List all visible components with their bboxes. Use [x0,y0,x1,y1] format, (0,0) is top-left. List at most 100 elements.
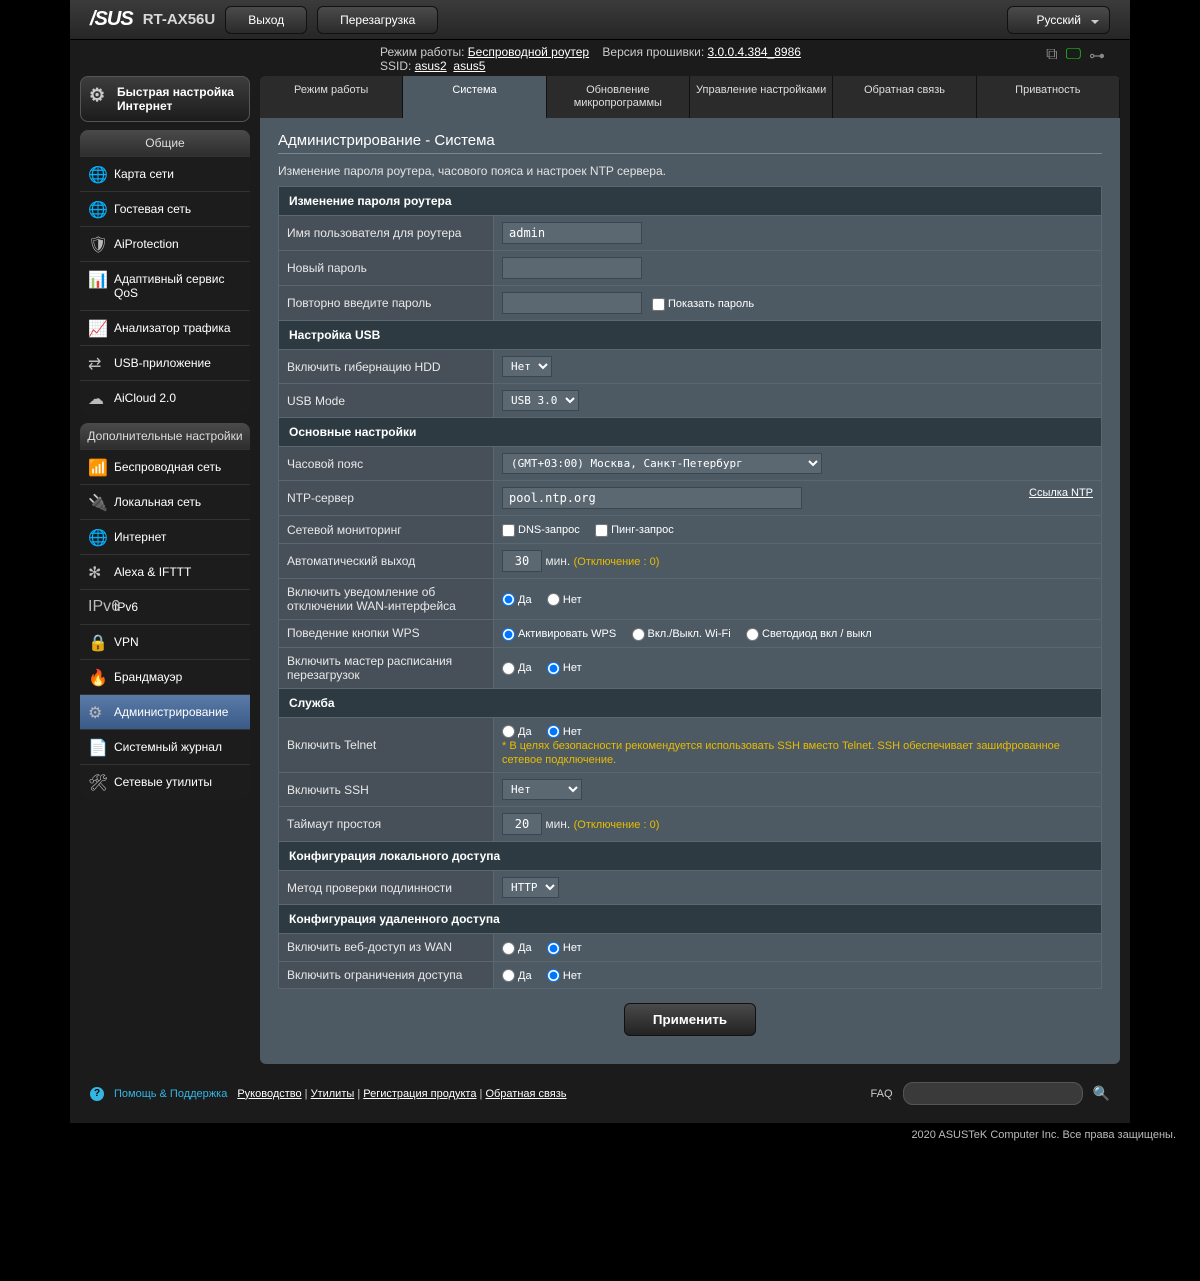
sidebar-item-vpn[interactable]: 🔒VPN [80,624,250,659]
quick-setup-label: Быстрая настройка Интернет [117,85,234,113]
telnet-no-radio[interactable] [547,725,560,738]
sidebar-item-интернет[interactable]: 🌐Интернет [80,519,250,554]
ssid-label: SSID: [380,59,411,73]
tab-3[interactable]: Управление настройками [690,76,833,118]
nav-icon: 📈 [88,319,108,339]
restrict-yes-radio[interactable] [502,969,515,982]
remote-yes-radio[interactable] [502,942,515,955]
confirmpass-input[interactable] [502,292,642,314]
ssid2-link[interactable]: asus5 [453,59,485,73]
sidebar-item-администрирование[interactable]: ⚙Администрирование [80,694,250,729]
no-label3: Нет [563,726,582,738]
nav-icon: ⚙ [88,703,102,723]
sidebar-item-гостевая-сеть[interactable]: 🌐Гостевая сеть [80,191,250,226]
remote-no-radio[interactable] [547,942,560,955]
autologout-hint: (Отключение : 0) [574,556,660,568]
yes-label2: Да [518,662,532,674]
nav-icon: 📊 [88,270,108,290]
sidebar-item-брандмауэр[interactable]: 🔥Брандмауэр [80,659,250,694]
sidebar-item-aiprotection[interactable]: 🛡AiProtection [80,226,250,261]
apply-button[interactable]: Применить [624,1003,756,1036]
tab-5[interactable]: Приватность [977,76,1120,118]
sidebar-item-анализатор-трафика[interactable]: 📈Анализатор трафика [80,310,250,345]
faq-search-input[interactable] [903,1082,1083,1105]
hdd-select[interactable]: Нет [502,356,552,377]
usb-status-icon[interactable]: ⊶ [1089,46,1105,66]
confirm-label: Повторно введите пароль [279,286,494,321]
wps-opt1-radio[interactable] [502,628,515,641]
gear-icon: ⚙ [89,85,105,106]
section-remote: Конфигурация удаленного доступа [279,905,1102,934]
sidebar-item-карта-сети[interactable]: 🌐Карта сети [80,156,250,191]
restrict-no-radio[interactable] [547,969,560,982]
nav-icon: 🔥 [88,668,108,688]
language-select[interactable]: Русский [1007,6,1110,34]
guide-link[interactable]: Руководство [237,1088,301,1100]
sidebar-item-usb-приложение[interactable]: ⇄USB-приложение [80,345,250,380]
min-label2: мин. [545,817,570,831]
wan-no-radio[interactable] [547,593,560,606]
telnet-yes-radio[interactable] [502,725,515,738]
nav-icon: 📶 [88,458,108,478]
logout-button[interactable]: Выход [225,6,307,34]
sidebar-item-системный-журнал[interactable]: 📄Системный журнал [80,729,250,764]
auth-select[interactable]: HTTP [502,877,559,898]
ssid1-link[interactable]: asus2 [415,59,447,73]
wps-opt3-radio[interactable] [746,628,759,641]
quick-setup-button[interactable]: ⚙ Быстрая настройка Интернет [80,76,250,122]
feedback-link[interactable]: Обратная связь [485,1088,566,1100]
section-basic: Основные настройки [279,418,1102,447]
wanalert-label: Включить уведомление об отключении WAN-и… [279,578,494,619]
sidebar-item-aicloud-2-0[interactable]: ☁AiCloud 2.0 [80,380,250,415]
opmode-link[interactable]: Беспроводной роутер [468,45,589,59]
wps-label: Поведение кнопки WPS [279,619,494,647]
nav-icon: 🔌 [88,493,108,513]
fw-link[interactable]: 3.0.0.4.384_8986 [708,45,801,59]
utils-link[interactable]: Утилиты [311,1088,355,1100]
yes-label4: Да [518,942,532,954]
wps-opt3-label: Светодиод вкл / выкл [762,628,872,640]
nav-icon: 🌐 [88,165,108,185]
reboot-button[interactable]: Перезагрузка [317,6,438,34]
sidebar-item-адаптивный-сервис-qos[interactable]: 📊Адаптивный сервис QoS [80,261,250,310]
tab-0[interactable]: Режим работы [260,76,403,118]
tab-4[interactable]: Обратная связь [833,76,976,118]
ntp-link[interactable]: Ссылка NTP [1029,487,1093,499]
idle-hint: (Отключение : 0) [574,819,660,831]
auth-label: Метод проверки подлинности [279,871,494,905]
help-icon[interactable]: ? [90,1087,104,1101]
nav-icon: 📄 [88,738,108,758]
ssh-label: Включить SSH [279,773,494,807]
showpass-checkbox[interactable] [652,298,665,311]
sidebar-item-сетевые-утилиты[interactable]: 🛠Сетевые утилиты [80,764,250,799]
tz-label: Часовой пояс [279,447,494,481]
tab-2[interactable]: Обновление микропрограммы [547,76,690,118]
nav-icon: IPv6 [88,598,120,616]
sched-yes-radio[interactable] [502,662,515,675]
internet-status-icon[interactable]: 🖵 [1066,46,1081,66]
tab-1[interactable]: Система [403,76,546,119]
search-icon[interactable]: 🔍 [1093,1085,1110,1102]
sidebar-item-ipv6[interactable]: IPv6IPv6 [80,589,250,624]
wan-yes-radio[interactable] [502,593,515,606]
ssh-select[interactable]: Нет [502,779,582,800]
advanced-header: Дополнительные настройки [80,423,250,449]
reg-link[interactable]: Регистрация продукта [363,1088,476,1100]
sidebar-item-беспроводная-сеть[interactable]: 📶Беспроводная сеть [80,449,250,484]
usbmode-select[interactable]: USB 3.0 [502,390,579,411]
ping-checkbox[interactable] [595,524,608,537]
sidebar-item-alexa-ifttt[interactable]: ✻Alexa & IFTTT [80,554,250,589]
ntp-input[interactable] [502,487,802,509]
wps-opt2-radio[interactable] [632,628,645,641]
autologout-input[interactable] [502,550,542,572]
sidebar-item-локальная-сеть[interactable]: 🔌Локальная сеть [80,484,250,519]
idle-input[interactable] [502,813,542,835]
sched-no-radio[interactable] [547,662,560,675]
nav-icon: ⇄ [88,354,101,374]
mesh-icon[interactable]: ⧉ [1046,46,1057,66]
dns-checkbox[interactable] [502,524,515,537]
newpass-input[interactable] [502,257,642,279]
section-service: Служба [279,688,1102,717]
username-input[interactable] [502,222,642,244]
tz-select[interactable]: (GMT+03:00) Москва, Санкт-Петербург [502,453,822,474]
